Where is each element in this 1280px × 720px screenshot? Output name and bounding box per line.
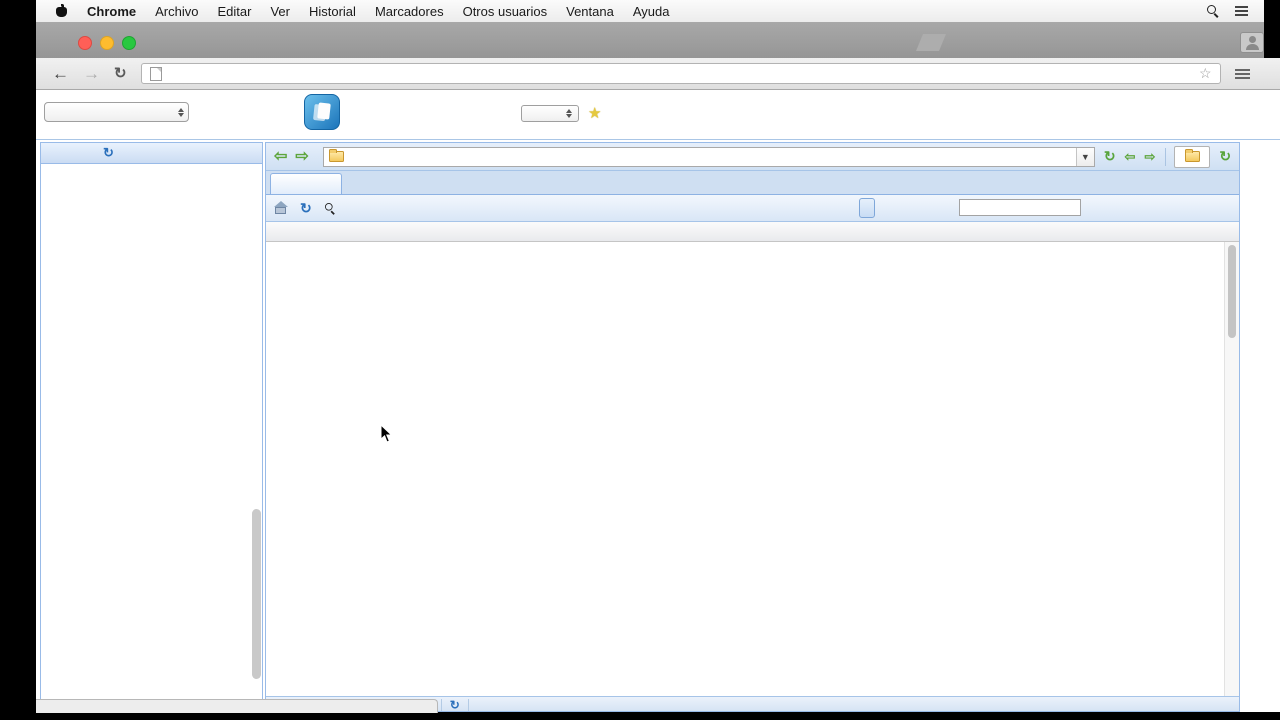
profile-icon[interactable]	[1240, 32, 1264, 53]
panel-tab-strip	[266, 171, 1239, 195]
reload-button[interactable]: ↻	[114, 66, 127, 81]
browser-toolbar: ← → ↻ ☆	[36, 58, 1280, 90]
menu-item-historial[interactable]: Historial	[309, 4, 356, 19]
apple-menu-icon[interactable]	[56, 4, 68, 18]
search-icon	[324, 202, 336, 213]
extplorer-logo	[302, 94, 342, 130]
path-refresh-icon[interactable]: ↻	[1104, 148, 1116, 165]
inicio-button[interactable]	[274, 201, 292, 214]
grid-scrollbar[interactable]	[1224, 242, 1239, 696]
menu-item-archivo[interactable]: Archivo	[155, 4, 198, 19]
menu-item-ayuda[interactable]: Ayuda	[633, 4, 670, 19]
home-icon	[274, 201, 288, 214]
mouse-cursor	[380, 424, 393, 443]
separator	[1165, 147, 1167, 166]
menu-item-marcadores[interactable]: Marcadores	[375, 4, 444, 19]
menu-item-otros-usuarios[interactable]: Otros usuarios	[463, 4, 548, 19]
back-button[interactable]: ←	[52, 65, 69, 82]
notification-center-icon[interactable]	[1235, 5, 1248, 17]
screen-corner	[1264, 0, 1280, 58]
extplorer-logo-icon	[304, 94, 340, 130]
language-select[interactable]	[44, 102, 189, 122]
window-minimize-button[interactable]	[100, 36, 114, 50]
path-back-icon[interactable]: ⇦	[274, 148, 287, 165]
favorites-star-icon[interactable]: ★	[588, 104, 601, 123]
refresh-icon: ↻	[300, 199, 312, 216]
tree-scrollbar[interactable]	[252, 509, 261, 679]
tab-directorio[interactable]	[270, 173, 342, 194]
mode-text	[939, 95, 1271, 114]
history-back-icon[interactable]: ⇦	[1125, 150, 1136, 163]
window-zoom-button[interactable]	[122, 36, 136, 50]
page-icon	[149, 66, 162, 81]
chrome-menu-icon[interactable]	[1234, 68, 1250, 80]
browser-tabstrip	[36, 22, 1280, 58]
file-toolbar: ↻	[266, 195, 1239, 222]
menu-item-ver[interactable]: Ver	[270, 4, 290, 19]
grid-header	[266, 222, 1239, 242]
browser-status-bubble	[36, 699, 438, 713]
new-tab-button[interactable]	[916, 34, 946, 51]
bookmark-star-icon[interactable]: ☆	[1199, 65, 1212, 82]
extplorer-page: ★ ↻ ⇦ ⇨ ▼ ↻ ⇦ ⇨ ↻ ↻ ↻	[36, 90, 1280, 712]
macos-menubar: Chrome Archivo Editar Ver Historial Marcadore…	[36, 0, 1264, 23]
goto-area: ★	[514, 104, 601, 123]
folder-icon	[328, 148, 344, 162]
folder-icon	[1184, 148, 1200, 162]
screen: Chrome Archivo Editar Ver Historial Marcadore…	[0, 0, 1280, 720]
busqueda-button[interactable]	[324, 202, 341, 215]
pager-refresh-icon[interactable]: ↻	[450, 698, 460, 711]
grid-scrollbar-thumb[interactable]	[1228, 245, 1236, 338]
menu-item-ventana[interactable]: Ventana	[566, 4, 614, 19]
mostrar-directorios-button[interactable]	[859, 198, 875, 218]
menubar-menus: Chrome Archivo Editar Ver Historial Marcadore…	[36, 4, 669, 19]
forward-button[interactable]: →	[83, 65, 100, 82]
path-forward-icon[interactable]: ⇨	[295, 148, 308, 165]
file-grid	[266, 242, 1239, 696]
file-list-panel: ⇦ ⇨ ▼ ↻ ⇦ ⇨ ↻ ↻ ↻	[265, 142, 1240, 712]
select-arrows-icon	[178, 108, 184, 117]
combo-dropdown-icon[interactable]: ▼	[1075, 147, 1094, 166]
tree-panel-header: ↻	[41, 143, 262, 164]
path-toolbar: ⇦ ⇨ ▼ ↻ ⇦ ⇨ ↻	[266, 143, 1239, 171]
directory-tree-panel: ↻	[40, 142, 263, 702]
recargar-button[interactable]: ↻	[300, 200, 316, 217]
spotlight-search-icon[interactable]	[1207, 4, 1220, 18]
separator	[440, 699, 442, 711]
reload-tree-icon[interactable]: ↻	[1219, 148, 1231, 165]
tree-refresh-icon[interactable]: ↻	[103, 145, 114, 161]
filter-input[interactable]	[959, 199, 1081, 216]
extplorer-header: ★	[36, 90, 1280, 140]
window-close-button[interactable]	[78, 36, 92, 50]
menubar-status-area	[1177, 4, 1264, 18]
path-combo[interactable]: ▼	[322, 146, 1095, 167]
address-bar[interactable]: ☆	[140, 63, 1221, 84]
menu-item-editar[interactable]: Editar	[217, 4, 251, 19]
history-forward-icon[interactable]: ⇨	[1144, 150, 1155, 163]
menu-item-chrome[interactable]: Chrome	[87, 4, 136, 19]
open-folder-button[interactable]	[1174, 145, 1211, 168]
separator	[467, 699, 469, 711]
select-arrows-icon	[566, 109, 572, 118]
goto-select[interactable]	[521, 105, 579, 122]
